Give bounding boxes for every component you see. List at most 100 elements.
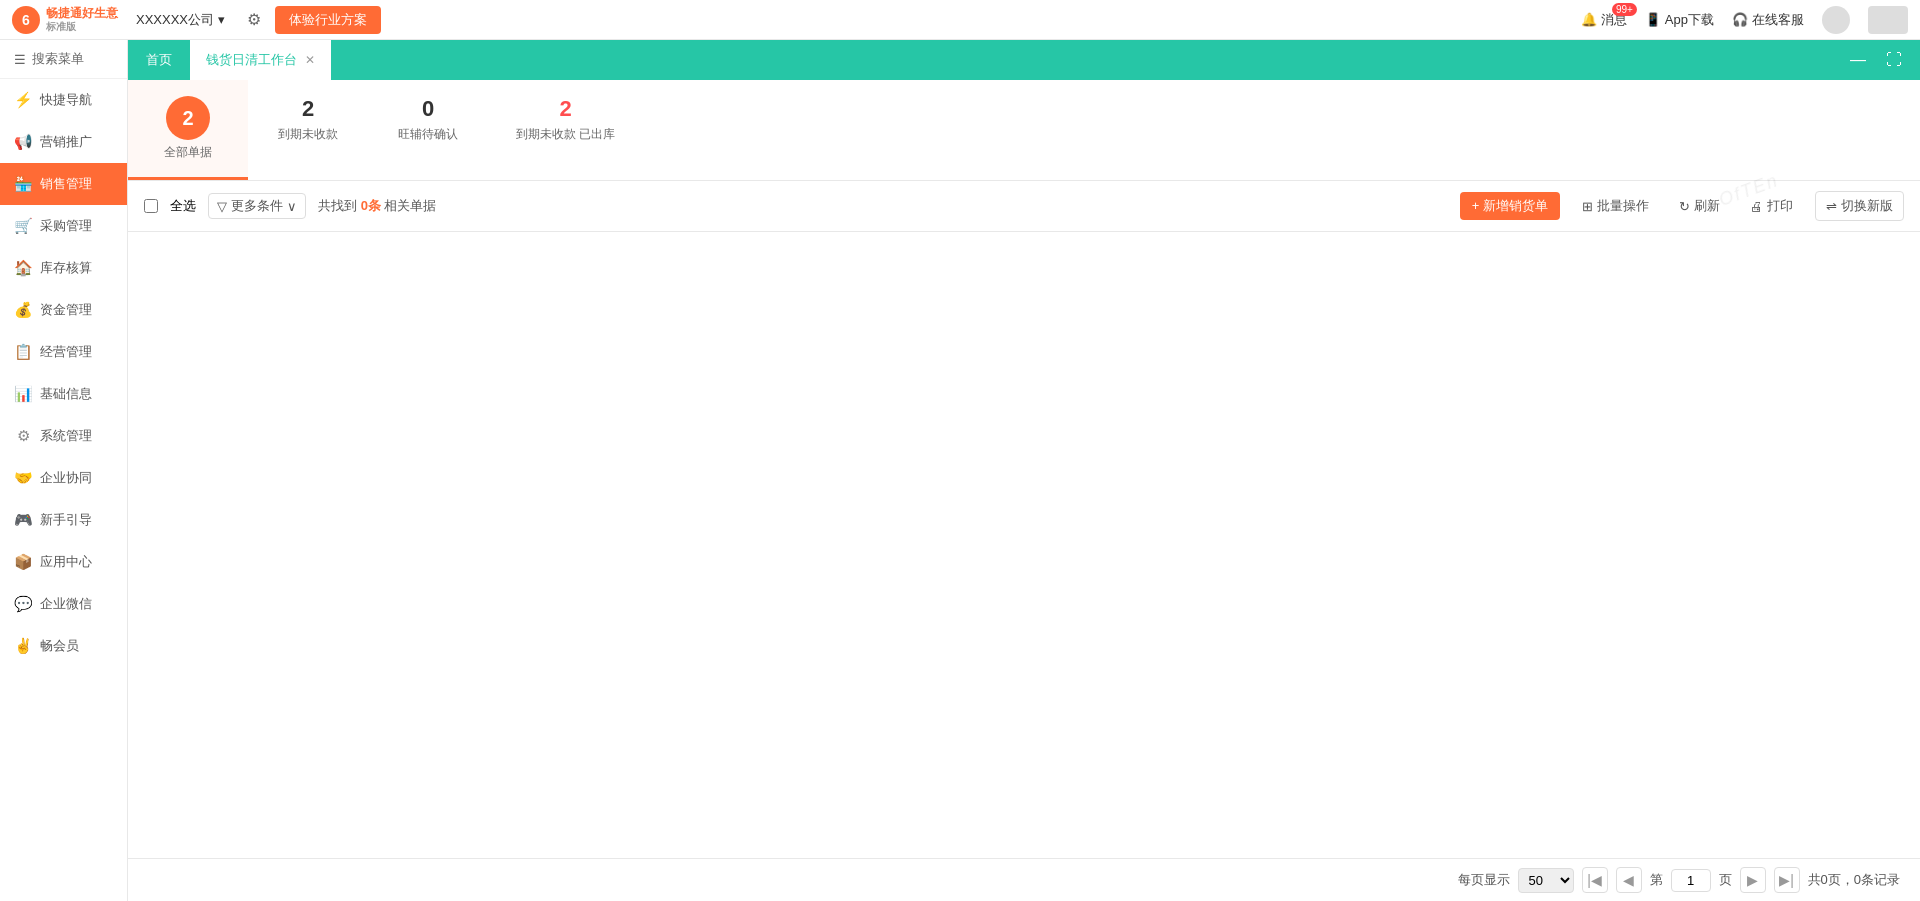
system-icon: ⚙: [14, 427, 32, 445]
online-service[interactable]: 🎧 在线客服: [1732, 11, 1804, 29]
table-area: [128, 232, 1920, 858]
company-selector[interactable]: XXXXXX公司 ▾: [128, 11, 233, 29]
sidebar-item-label: 基础信息: [40, 385, 92, 403]
finance-icon: 💰: [14, 301, 32, 319]
print-btn[interactable]: 🖨 打印: [1742, 193, 1801, 219]
prev-page-btn[interactable]: ◀: [1616, 867, 1642, 893]
avatar[interactable]: [1822, 6, 1850, 34]
user-name-placeholder[interactable]: [1868, 6, 1908, 34]
print-label: 打印: [1767, 197, 1793, 215]
sidebar-item-label: 采购管理: [40, 217, 92, 235]
page-input[interactable]: [1671, 869, 1711, 892]
sidebar-item-marketing[interactable]: 📢 营销推广: [0, 121, 127, 163]
logo-text-block: 畅捷通好生意 标准版: [46, 6, 118, 32]
next-page-btn[interactable]: ▶: [1740, 867, 1766, 893]
sidebar-item-member[interactable]: ✌ 畅会员: [0, 625, 127, 667]
sidebar-item-app-center[interactable]: 📦 应用中心: [0, 541, 127, 583]
sidebar-item-label: 销售管理: [40, 175, 92, 193]
wechat-icon: 💬: [14, 595, 32, 613]
stat-label-overdue: 到期未收款: [276, 126, 340, 143]
logo-main-text: 畅捷通好生意: [46, 6, 118, 20]
tab-maximize-btn[interactable]: ⛶: [1880, 49, 1908, 71]
logo-sub-text: 标准版: [46, 21, 118, 33]
select-all-label: 全选: [170, 197, 196, 215]
tab-home[interactable]: 首页: [128, 40, 190, 80]
filter-bar-right: + 新增销货单 ⊞ 批量操作 ↻ 刷新 🖨 打印 ⇌: [1460, 191, 1904, 221]
content-area: 首页 钱货日清工作台 ✕ — ⛶ 2 全部单据 2 到期未收款: [128, 40, 1920, 901]
sidebar-item-label: 企业协同: [40, 469, 92, 487]
stat-number-pending: 0: [396, 96, 460, 122]
select-all-checkbox[interactable]: [144, 199, 158, 213]
new-order-btn[interactable]: + 新增销货单: [1460, 192, 1560, 220]
main-layout: ☰ 搜索菜单 ⚡ 快捷导航 📢 营销推广 🏪 销售管理 🛒 采购管理 🏠 库存核…: [0, 40, 1920, 901]
sidebar-item-guide[interactable]: 🎮 新手引导: [0, 499, 127, 541]
notification-badge: 99+: [1612, 3, 1637, 16]
sidebar-item-finance[interactable]: 💰 资金管理: [0, 289, 127, 331]
found-text: 共找到 0条 相关单据: [318, 197, 436, 215]
sidebar-item-label: 应用中心: [40, 553, 92, 571]
marketing-icon: 📢: [14, 133, 32, 151]
stat-label-pending: 旺辅待确认: [396, 126, 460, 143]
sidebar-item-label: 新手引导: [40, 511, 92, 529]
sidebar-item-basic-info[interactable]: 📊 基础信息: [0, 373, 127, 415]
inventory-icon: 🏠: [14, 259, 32, 277]
sidebar-item-purchase[interactable]: 🛒 采购管理: [0, 205, 127, 247]
stat-card-all[interactable]: 2 全部单据: [128, 80, 248, 180]
top-header: 6 畅捷通好生意 标准版 XXXXXX公司 ▾ ⚙ 体验行业方案 🔔 消息 99…: [0, 0, 1920, 40]
sidebar-item-label: 资金管理: [40, 301, 92, 319]
switch-icon: ⇌: [1826, 199, 1837, 214]
last-page-btn[interactable]: ▶|: [1774, 867, 1800, 893]
stat-card-shipped[interactable]: 2 到期未收款 已出库: [488, 80, 643, 180]
batch-label: 批量操作: [1597, 197, 1649, 215]
filter-icon: ▽: [217, 199, 227, 214]
refresh-icon: ↻: [1679, 199, 1690, 214]
basic-info-icon: 📊: [14, 385, 32, 403]
logo-area: 6 畅捷通好生意 标准版: [12, 6, 118, 34]
app-download[interactable]: 📱 App下载: [1645, 11, 1714, 29]
total-label: 共0页，0条记录: [1808, 871, 1900, 889]
settings-icon[interactable]: ⚙: [243, 6, 265, 33]
purchase-icon: 🛒: [14, 217, 32, 235]
quick-nav-icon: ⚡: [14, 91, 32, 109]
header-left: 6 畅捷通好生意 标准版 XXXXXX公司 ▾ ⚙ 体验行业方案: [12, 6, 381, 34]
bell-icon: 🔔: [1581, 12, 1597, 27]
notification-bell[interactable]: 🔔 消息 99+: [1581, 11, 1627, 29]
tab-active[interactable]: 钱货日清工作台 ✕: [190, 40, 331, 80]
stat-number-all: 2: [166, 96, 210, 140]
search-icon: ☰: [14, 52, 26, 67]
sidebar-item-label: 企业微信: [40, 595, 92, 613]
sidebar-item-inventory[interactable]: 🏠 库存核算: [0, 247, 127, 289]
sidebar-item-system[interactable]: ⚙ 系统管理: [0, 415, 127, 457]
per-page-select[interactable]: 50 100: [1518, 868, 1574, 893]
sidebar-item-wechat[interactable]: 💬 企业微信: [0, 583, 127, 625]
switch-label: 切换新版: [1841, 197, 1893, 215]
print-icon: 🖨: [1750, 199, 1763, 214]
sidebar-item-label: 畅会员: [40, 637, 79, 655]
tab-minimize-btn[interactable]: —: [1844, 49, 1872, 71]
batch-action-btn[interactable]: ⊞ 批量操作: [1574, 193, 1657, 219]
sidebar-item-operation[interactable]: 📋 经营管理: [0, 331, 127, 373]
found-suffix: 相关单据: [384, 198, 436, 213]
member-icon: ✌: [14, 637, 32, 655]
refresh-btn[interactable]: ↻ 刷新: [1671, 193, 1728, 219]
found-prefix: 共找到: [318, 198, 357, 213]
tab-bar-actions: — ⛶: [1844, 49, 1920, 71]
page-label-end: 页: [1719, 871, 1732, 889]
sidebar-item-label: 营销推广: [40, 133, 92, 151]
sidebar-search[interactable]: ☰ 搜索菜单: [0, 40, 127, 79]
batch-icon: ⊞: [1582, 199, 1593, 214]
sidebar-item-quick-nav[interactable]: ⚡ 快捷导航: [0, 79, 127, 121]
switch-version-btn[interactable]: ⇌ 切换新版: [1815, 191, 1904, 221]
stat-card-overdue[interactable]: 2 到期未收款: [248, 80, 368, 180]
search-menu-label: 搜索菜单: [32, 50, 84, 68]
filter-bar: 全选 ▽ 更多条件 ∨ 共找到 0条 相关单据 + 新增销货单 ⊞: [128, 181, 1920, 232]
app-center-icon: 📦: [14, 553, 32, 571]
tab-close-icon[interactable]: ✕: [305, 53, 315, 67]
per-page-label: 每页显示: [1458, 871, 1510, 889]
experience-btn[interactable]: 体验行业方案: [275, 6, 381, 34]
more-conditions-btn[interactable]: ▽ 更多条件 ∨: [208, 193, 306, 219]
sidebar-item-sales[interactable]: 🏪 销售管理: [0, 163, 127, 205]
sidebar-item-cooperation[interactable]: 🤝 企业协同: [0, 457, 127, 499]
stat-card-pending[interactable]: 0 旺辅待确认: [368, 80, 488, 180]
first-page-btn[interactable]: |◀: [1582, 867, 1608, 893]
